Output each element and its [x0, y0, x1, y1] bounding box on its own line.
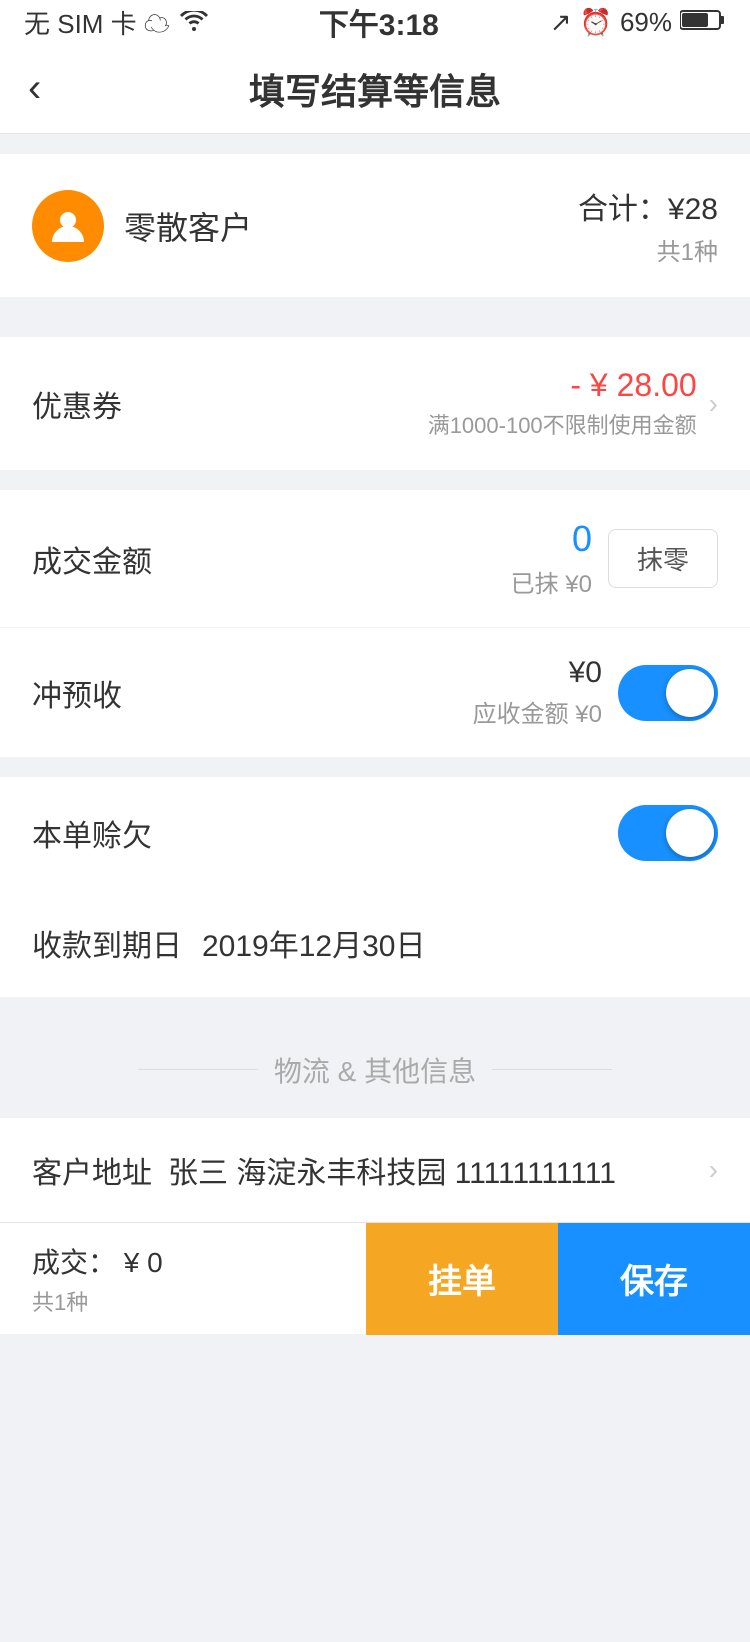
coupon-right: - ¥ 28.00 满1000-100不限制使用金额 ›	[428, 367, 718, 440]
customer-section: 零散客户 合计：¥28 共1种	[0, 154, 750, 297]
credit-row: 本单赊欠	[0, 777, 750, 889]
form-section: 成交金额 0 已抹 ¥0 抹零 冲预收 ¥0 应收金额 ¥0	[0, 490, 750, 757]
location-icon: ↗	[550, 7, 572, 38]
deal-amount-col: 0 已抹 ¥0	[511, 518, 592, 599]
status-left: 无 SIM 卡 ☁	[24, 4, 208, 41]
coupon-amount: - ¥ 28.00	[428, 367, 697, 404]
deal-amount-value[interactable]: 0	[572, 518, 592, 559]
bottom-bar: 成交： ¥ 0 共1种 挂单 保存	[0, 1222, 750, 1334]
coupon-label: 优惠券	[32, 382, 122, 426]
bottom-count: 共1种	[32, 1285, 334, 1317]
back-button[interactable]: ‹	[28, 66, 41, 111]
status-bar: 无 SIM 卡 ☁ 下午3:18 ↗ ⏰ 69%	[0, 0, 750, 44]
content: 零散客户 合计：¥28 共1种 优惠券 - ¥ 28.00 满1000-100不…	[0, 154, 750, 1642]
divider-2	[0, 470, 750, 490]
due-date-row: 收款到期日 2019年12月30日	[0, 889, 750, 997]
bottom-deal-amount: ¥ 0	[124, 1247, 163, 1278]
customer-name: 零散客户	[124, 203, 252, 249]
logistics-section: 物流 & 其他信息	[0, 1017, 750, 1118]
total-count: 共1种	[578, 232, 718, 267]
due-date-label: 收款到期日	[32, 921, 182, 965]
bottom-info: 成交： ¥ 0 共1种	[0, 1241, 366, 1317]
address-section[interactable]: 客户地址 张三 海淀永丰科技园 11111111111 ›	[0, 1118, 750, 1222]
round-zero-button[interactable]: 抹零	[608, 529, 718, 588]
bottom-deal: 成交： ¥ 0	[32, 1241, 334, 1281]
credit-label: 本单赊欠	[32, 811, 152, 855]
hang-button[interactable]: 挂单	[366, 1223, 558, 1335]
save-button[interactable]: 保存	[558, 1223, 750, 1335]
divider-1	[0, 297, 750, 317]
address-chevron-icon: ›	[709, 1154, 718, 1186]
battery-icon	[680, 7, 726, 38]
prepay-amount: ¥0	[473, 656, 602, 690]
address-label: 客户地址	[32, 1148, 152, 1192]
due-date-value: 2019年12月30日	[202, 921, 425, 965]
deal-amount-label: 成交金额	[32, 537, 152, 581]
page-title: 填写结算等信息	[249, 63, 501, 115]
bottom-deal-label: 成交：	[32, 1247, 116, 1278]
divider-4	[0, 997, 750, 1017]
battery-text: 69%	[620, 7, 672, 38]
sim-label: 无 SIM 卡 ☁	[24, 4, 170, 41]
total-amount: 合计：¥28	[578, 184, 718, 228]
coupon-section[interactable]: 优惠券 - ¥ 28.00 满1000-100不限制使用金额 ›	[0, 337, 750, 470]
credit-section: 本单赊欠	[0, 777, 750, 889]
prepay-toggle[interactable]	[618, 665, 718, 721]
prepay-row: 冲预收 ¥0 应收金额 ¥0	[0, 628, 750, 757]
prepay-sub: 应收金额 ¥0	[473, 694, 602, 729]
prepay-col: ¥0 应收金额 ¥0	[473, 656, 602, 729]
customer-left: 零散客户	[32, 190, 252, 262]
deal-amount-sub: 已抹 ¥0	[511, 564, 592, 599]
avatar	[32, 190, 104, 262]
status-time: 下午3:18	[319, 0, 439, 44]
coupon-discount: - ¥ 28.00 满1000-100不限制使用金额	[428, 367, 697, 440]
divider-3	[0, 757, 750, 777]
deal-amount-right: 0 已抹 ¥0 抹零	[511, 518, 718, 599]
prepay-label: 冲预收	[32, 671, 122, 715]
credit-toggle[interactable]	[618, 805, 718, 861]
status-right: ↗ ⏰ 69%	[550, 7, 726, 38]
address-value: 张三 海淀永丰科技园 11111111111	[168, 1148, 709, 1192]
toggle-knob	[666, 669, 714, 717]
credit-toggle-knob	[666, 809, 714, 857]
wifi-icon	[180, 7, 208, 38]
deal-amount-row: 成交金额 0 已抹 ¥0 抹零	[0, 490, 750, 628]
customer-right: 合计：¥28 共1种	[578, 184, 718, 267]
logistics-label: 物流 & 其他信息	[138, 1050, 612, 1090]
alarm-icon: ⏰	[580, 7, 612, 38]
chevron-right-icon: ›	[709, 388, 718, 420]
prepay-right: ¥0 应收金额 ¥0	[473, 656, 718, 729]
nav-bar: ‹ 填写结算等信息	[0, 44, 750, 134]
coupon-desc: 满1000-100不限制使用金额	[428, 408, 697, 440]
